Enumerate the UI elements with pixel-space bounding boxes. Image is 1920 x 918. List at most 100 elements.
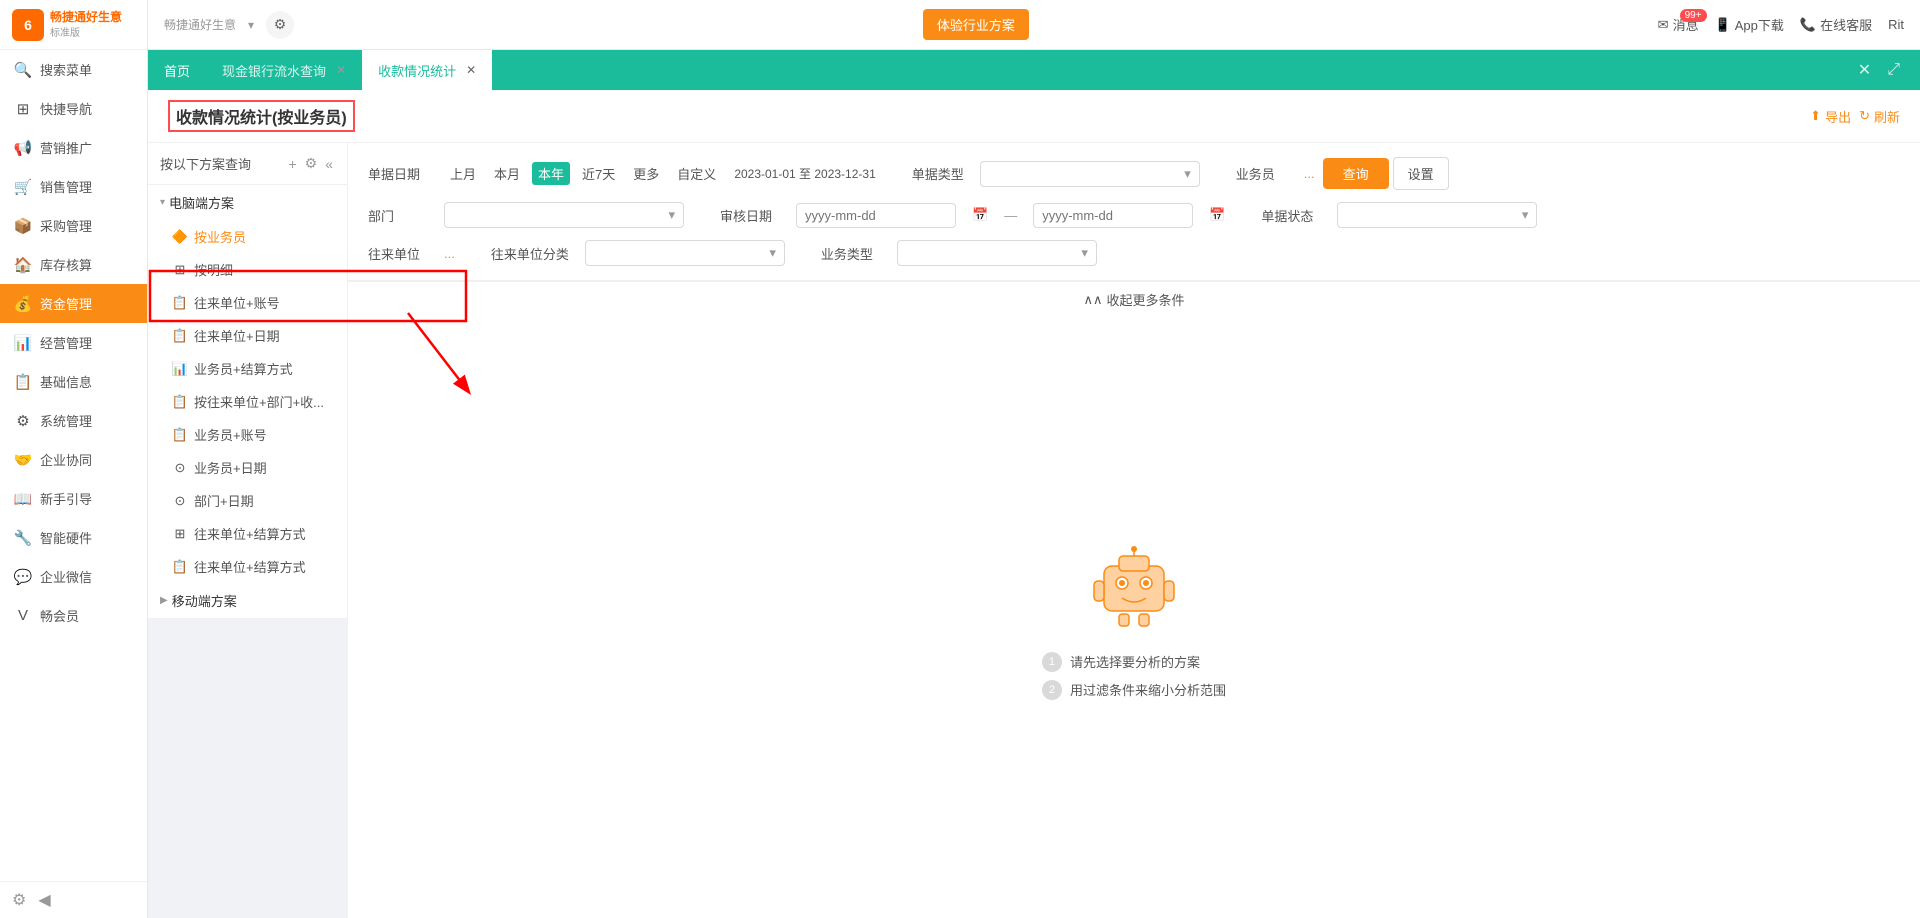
wechat-icon: 💬 bbox=[14, 568, 32, 586]
messages-btn[interactable]: ✉ 消息 99+ bbox=[1658, 15, 1699, 34]
scheme-item-unit-settle2[interactable]: 📋 往来单位+结算方式 bbox=[148, 550, 347, 583]
scheme-item-unit-account-icon: 📋 bbox=[172, 295, 188, 311]
sidebar-item-marketing[interactable]: 📢 营销推广 bbox=[0, 128, 147, 167]
sidebar-item-search[interactable]: 🔍 搜索菜单 bbox=[0, 50, 147, 89]
doc-status-select[interactable]: ▾ bbox=[1337, 202, 1537, 228]
scheme-item-unit-settle1[interactable]: ⊞ 往来单位+结算方式 bbox=[148, 517, 347, 550]
desktop-section-arrow-icon: ▾ bbox=[160, 197, 165, 208]
scheme-item-unit-dept-recv[interactable]: 📋 按往来单位+部门+收... bbox=[148, 385, 347, 418]
settings-button[interactable]: 设置 bbox=[1393, 157, 1449, 190]
tab-bank[interactable]: 现金银行流水查询 ✕ bbox=[206, 50, 362, 90]
export-icon: ⬆ bbox=[1810, 108, 1821, 124]
scheme-item-salesman-account[interactable]: 📋 业务员+账号 bbox=[148, 418, 347, 451]
sidebar-item-business[interactable]: 📊 经营管理 bbox=[0, 323, 147, 362]
review-date-end-input[interactable] bbox=[1033, 203, 1193, 228]
date-this-month-btn[interactable]: 本月 bbox=[488, 162, 526, 185]
scheme-collapse-button[interactable]: « bbox=[323, 153, 335, 174]
sidebar-item-purchase-label: 采购管理 bbox=[40, 216, 92, 235]
tabbar-actions: ✕ ⤢ bbox=[1854, 56, 1904, 84]
empty-tip-1: 1 请先选择要分析的方案 bbox=[1042, 652, 1226, 672]
scheme-add-button[interactable]: + bbox=[286, 153, 298, 174]
salesman-more-btn[interactable]: ... bbox=[1304, 166, 1315, 181]
scheme-item-unit-account[interactable]: 📋 往来单位+账号 bbox=[148, 286, 347, 319]
sidebar-item-inventory[interactable]: 🏠 库存核算 bbox=[0, 245, 147, 284]
scheme-item-salesman-date-label: 业务员+日期 bbox=[194, 458, 267, 477]
message-icon: ✉ bbox=[1658, 17, 1669, 33]
tab-expand-icon[interactable]: ⤢ bbox=[1883, 56, 1904, 84]
tab-receipt-label: 收款情况统计 bbox=[378, 61, 456, 80]
app-icon: 📱 bbox=[1715, 17, 1731, 33]
scheme-item-salesman-date[interactable]: ⊙ 业务员+日期 bbox=[148, 451, 347, 484]
sidebar-item-sales[interactable]: 🛒 销售管理 bbox=[0, 167, 147, 206]
mobile-section-toggle[interactable]: ▶ 移动端方案 bbox=[148, 583, 347, 618]
tab-close-all-icon[interactable]: ✕ bbox=[1854, 56, 1875, 84]
date-last-month-btn[interactable]: 上月 bbox=[444, 162, 482, 185]
counterpart-label: 往来单位 bbox=[368, 244, 428, 263]
tab-receipt[interactable]: 收款情况统计 ✕ bbox=[362, 50, 492, 90]
member-icon: V bbox=[14, 607, 32, 625]
breadcrumb: 畅捷通好生意 bbox=[164, 16, 236, 33]
doc-status-arrow-icon: ▾ bbox=[1522, 207, 1529, 223]
sidebar-item-wechat[interactable]: 💬 企业微信 bbox=[0, 557, 147, 596]
tab-home[interactable]: 首页 bbox=[148, 50, 206, 90]
page-title: 收款情况统计(按业务员) bbox=[168, 100, 355, 132]
counterpart-type-select[interactable]: ▾ bbox=[585, 240, 785, 266]
business-type-select[interactable]: ▾ bbox=[897, 240, 1097, 266]
scheme-item-by-salesman[interactable]: 🔶 按业务员 bbox=[148, 220, 347, 253]
scheme-item-unit-settle2-label: 往来单位+结算方式 bbox=[194, 557, 306, 576]
sidebar-item-hardware-label: 智能硬件 bbox=[40, 528, 92, 547]
search-icon: 🔍 bbox=[14, 61, 32, 79]
scheme-item-salesman-settle-icon: 📊 bbox=[172, 361, 188, 377]
sidebar-item-shortcut[interactable]: ⊞ 快捷导航 bbox=[0, 89, 147, 128]
date-custom-btn[interactable]: 自定义 bbox=[671, 162, 722, 185]
scheme-item-dept-date-label: 部门+日期 bbox=[194, 491, 254, 510]
sidebar-item-hardware[interactable]: 🔧 智能硬件 bbox=[0, 518, 147, 557]
sidebar-item-basic[interactable]: 📋 基础信息 bbox=[0, 362, 147, 401]
sidebar-item-member[interactable]: V 畅会员 bbox=[0, 596, 147, 635]
sidebar-item-purchase[interactable]: 📦 采购管理 bbox=[0, 206, 147, 245]
tip-1-number: 1 bbox=[1042, 652, 1062, 672]
topbar: 畅捷通好生意 ▾ ⚙ 体验行业方案 ✉ 消息 99+ 📱 App下载 📞 在线客… bbox=[148, 0, 1920, 50]
desktop-section-toggle[interactable]: ▾ 电脑端方案 bbox=[148, 185, 347, 220]
counterpart-more-btn[interactable]: ... bbox=[444, 246, 455, 261]
app-download-btn[interactable]: 📱 App下载 bbox=[1715, 15, 1784, 34]
sidebar-item-system[interactable]: ⚙ 系统管理 bbox=[0, 401, 147, 440]
filter-panel: 单据日期 上月 本月 本年 近7天 更多 自定义 2023-01-01 至 20… bbox=[348, 143, 1920, 918]
doc-type-select[interactable]: ▾ bbox=[980, 161, 1200, 187]
date-end-calendar-icon: 📅 bbox=[1209, 207, 1225, 223]
settings-bottom-icon[interactable]: ⚙ bbox=[12, 890, 26, 910]
sidebar-item-enterprise[interactable]: 🤝 企业协同 bbox=[0, 440, 147, 479]
refresh-button[interactable]: ↻ 刷新 bbox=[1859, 107, 1900, 126]
scheme-panel-wrap: 按以下方案查询 + ⚙ « ▾ 电脑端方案 🔶 按业务员 bbox=[148, 143, 348, 918]
collapse-sidebar-icon[interactable]: ◀ bbox=[38, 890, 50, 910]
dept-select[interactable]: ▾ bbox=[444, 202, 684, 228]
tab-receipt-close-icon[interactable]: ✕ bbox=[466, 63, 476, 77]
sidebar-item-guide[interactable]: 📖 新手引导 bbox=[0, 479, 147, 518]
export-button[interactable]: ⬆ 导出 bbox=[1810, 107, 1851, 126]
topbar-settings-icon[interactable]: ⚙ bbox=[266, 11, 294, 39]
date-more-btn[interactable]: 更多 bbox=[627, 162, 665, 185]
service-btn[interactable]: 📞 在线客服 bbox=[1800, 15, 1872, 34]
date-7days-btn[interactable]: 近7天 bbox=[576, 162, 621, 185]
tab-bank-close-icon[interactable]: ✕ bbox=[336, 63, 346, 77]
user-avatar[interactable]: Rit bbox=[1888, 17, 1904, 32]
scheme-item-unit-date[interactable]: 📋 往来单位+日期 bbox=[148, 319, 347, 352]
sidebar-item-search-label: 搜索菜单 bbox=[40, 60, 92, 79]
sidebar-item-finance[interactable]: 💰 资金管理 bbox=[0, 284, 147, 323]
collapse-filter-button[interactable]: ∧∧ 收起更多条件 bbox=[1083, 290, 1184, 309]
scheme-item-salesman-settle[interactable]: 📊 业务员+结算方式 bbox=[148, 352, 347, 385]
scheme-item-dept-date[interactable]: ⊙ 部门+日期 bbox=[148, 484, 347, 517]
topbar-left: 畅捷通好生意 ▾ ⚙ bbox=[164, 11, 294, 39]
scheme-item-by-detail[interactable]: ⊞ 按明细 bbox=[148, 253, 347, 286]
empty-robot-icon bbox=[1084, 536, 1184, 636]
salesman-label: 业务员 bbox=[1236, 164, 1296, 183]
filter-section: 单据日期 上月 本月 本年 近7天 更多 自定义 2023-01-01 至 20… bbox=[348, 143, 1920, 281]
scheme-settings-button[interactable]: ⚙ bbox=[303, 153, 320, 174]
marketing-icon: 📢 bbox=[14, 139, 32, 157]
collapse-icon: ∧∧ bbox=[1083, 292, 1102, 308]
filter-row-1: 单据日期 上月 本月 本年 近7天 更多 自定义 2023-01-01 至 20… bbox=[368, 157, 1900, 190]
query-button[interactable]: 查询 bbox=[1323, 158, 1389, 189]
date-this-year-btn[interactable]: 本年 bbox=[532, 162, 570, 185]
review-date-start-input[interactable] bbox=[796, 203, 956, 228]
trial-button[interactable]: 体验行业方案 bbox=[923, 9, 1029, 40]
